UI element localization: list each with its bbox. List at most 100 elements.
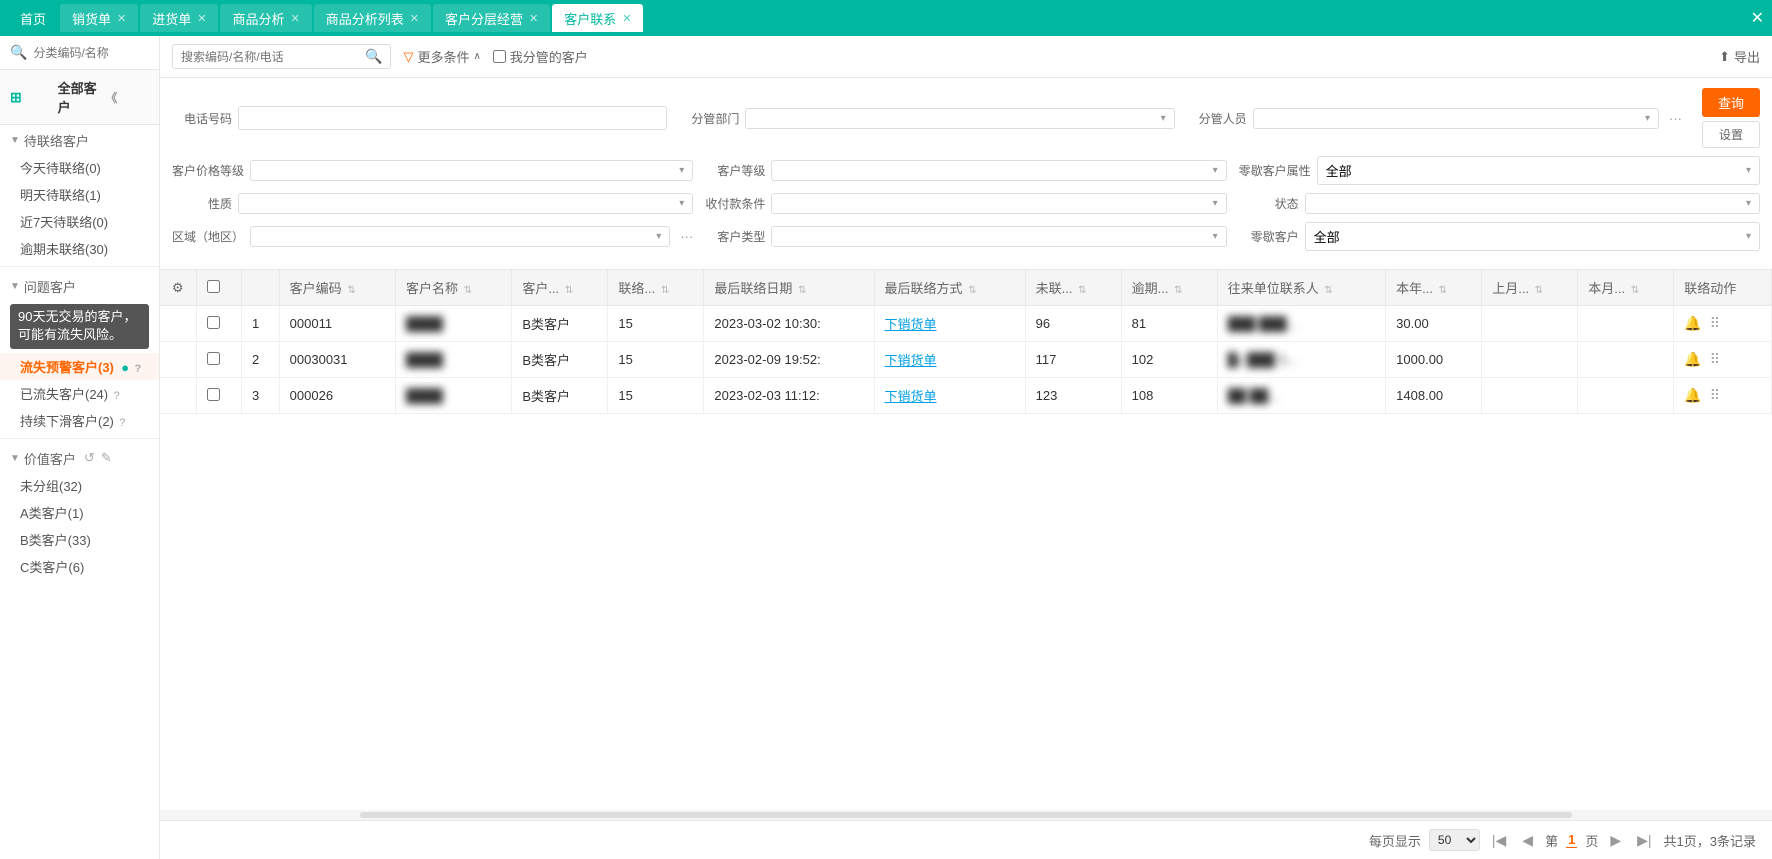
sidebar-item-class-b[interactable]: B类客户(33)	[0, 526, 159, 553]
zero-customer-select[interactable]: 全部 ▾	[1305, 222, 1760, 251]
tab-customer-layer-close[interactable]: ✕	[529, 12, 538, 25]
row-gear-1	[160, 342, 196, 378]
refresh-icon[interactable]: ↺	[84, 450, 95, 466]
person-select[interactable]: ▾	[1253, 108, 1659, 129]
region-select[interactable]: ▾	[250, 226, 670, 247]
row-last-method-1[interactable]: 下销货单	[874, 342, 1025, 378]
row-last-method-0[interactable]: 下销货单	[874, 306, 1025, 342]
column-overdue[interactable]: 逾期... ⇅	[1121, 270, 1217, 306]
tab-sales[interactable]: 销货单 ✕	[60, 4, 138, 32]
my-customers-checkbox[interactable]	[493, 50, 506, 63]
column-unit-contact[interactable]: 往来单位联系人 ⇅	[1217, 270, 1385, 306]
my-customers-filter[interactable]: 我分管的客户	[493, 47, 588, 66]
column-last-date[interactable]: 最后联络日期 ⇅	[704, 270, 874, 306]
dept-select[interactable]: ▾	[745, 108, 1174, 129]
section-value-customers[interactable]: ▼ 价值客户 ↺ ✎	[0, 443, 159, 472]
sidebar-search-input[interactable]	[33, 46, 160, 60]
column-name[interactable]: 客户名称 ⇅	[396, 270, 512, 306]
sidebar-item-ungrouped[interactable]: 未分组(32)	[0, 472, 159, 499]
tab-analysis-list[interactable]: 商品分析列表 ✕	[314, 4, 431, 32]
sidebar-item-tomorrow[interactable]: 明天待联络(1)	[0, 181, 159, 208]
column-gear[interactable]: ⚙	[160, 270, 196, 306]
region-dots[interactable]: ···	[680, 229, 693, 244]
edit-icon[interactable]: ✎	[101, 450, 112, 466]
sidebar-item-overdue[interactable]: 逾期未联络(30)	[0, 235, 159, 262]
action-more-2[interactable]: ⠿	[1710, 387, 1720, 404]
column-check[interactable]	[196, 270, 241, 306]
tab-home[interactable]: 首页	[8, 4, 58, 32]
settings-button[interactable]: 设置	[1702, 121, 1760, 148]
sidebar-item-churned[interactable]: 已流失客户(24) ?	[0, 380, 159, 407]
tab-customer-contact-close[interactable]: ✕	[622, 12, 631, 25]
sidebar-item-class-a[interactable]: A类客户(1)	[0, 499, 159, 526]
sidebar-collapse-btn[interactable]: 《	[105, 89, 149, 106]
sidebar-root-group[interactable]: ⊞ 全部客户 《	[0, 70, 159, 125]
sidebar-item-declining[interactable]: 持续下滑客户(2) ?	[0, 407, 159, 434]
person-dots[interactable]: ···	[1669, 111, 1682, 126]
query-button[interactable]: 查询	[1702, 88, 1760, 117]
section-pending-contact[interactable]: ▼ 待联络客户	[0, 125, 159, 154]
window-close-button[interactable]: ✕	[1751, 8, 1764, 28]
status-select[interactable]: ▾	[1305, 193, 1760, 214]
section-problem-customers[interactable]: ▼ 问题客户	[0, 271, 159, 300]
tab-customer-contact[interactable]: 客户联系 ✕	[552, 4, 643, 32]
row-check-1[interactable]	[196, 342, 241, 378]
column-this-year[interactable]: 本年... ⇅	[1386, 270, 1482, 306]
search-button[interactable]: 🔍	[365, 48, 382, 65]
sidebar-item-churn-warning[interactable]: 流失预警客户(3) ● ?	[0, 353, 159, 380]
last-page-button[interactable]: ▶|	[1633, 830, 1655, 851]
column-last-month[interactable]: 上月... ⇅	[1482, 270, 1578, 306]
column-type[interactable]: 客户... ⇅	[512, 270, 608, 306]
row-last-date-0: 2023-03-02 10:30:	[704, 306, 874, 342]
sidebar-item-today[interactable]: 今天待联络(0)	[0, 154, 159, 181]
row-checkbox-0[interactable]	[207, 316, 220, 329]
row-type-2: B类客户	[512, 378, 608, 414]
tab-purchase[interactable]: 进货单 ✕	[140, 4, 218, 32]
tab-analysis[interactable]: 商品分析 ✕	[220, 4, 311, 32]
row-checkbox-2[interactable]	[207, 388, 220, 401]
action-more-0[interactable]: ⠿	[1710, 315, 1720, 332]
row-unit-contact-0: ███ ███...	[1217, 306, 1385, 342]
tab-analysis-list-close[interactable]: ✕	[410, 12, 419, 25]
tab-analysis-close[interactable]: ✕	[291, 12, 300, 25]
phone-input[interactable]	[238, 106, 667, 130]
payment-select[interactable]: ▾	[771, 193, 1226, 214]
row-checkbox-1[interactable]	[207, 352, 220, 365]
nature-select[interactable]: ▾	[238, 193, 693, 214]
column-this-month[interactable]: 本月... ⇅	[1578, 270, 1674, 306]
row-check-2[interactable]	[196, 378, 241, 414]
row-last-method-2[interactable]: 下销货单	[874, 378, 1025, 414]
tab-purchase-close[interactable]: ✕	[197, 12, 206, 25]
row-code-0: 000011	[279, 306, 395, 342]
column-code[interactable]: 客户编码 ⇅	[279, 270, 395, 306]
price-level-select[interactable]: ▾	[250, 160, 693, 181]
sidebar-item-7days[interactable]: 近7天待联络(0)	[0, 208, 159, 235]
column-contact[interactable]: 联络... ⇅	[608, 270, 704, 306]
search-input[interactable]	[181, 50, 361, 64]
scrollbar-track[interactable]	[360, 812, 1572, 818]
customer-level-select[interactable]: ▾	[771, 160, 1226, 181]
first-page-button[interactable]: |◀	[1488, 830, 1510, 851]
action-chat-2[interactable]: 🔔	[1684, 387, 1701, 404]
zero-attr-select[interactable]: 全部 ▾	[1317, 156, 1760, 185]
action-more-1[interactable]: ⠿	[1710, 351, 1720, 368]
column-last-method[interactable]: 最后联络方式 ⇅	[874, 270, 1025, 306]
column-no-contact[interactable]: 未联... ⇅	[1025, 270, 1121, 306]
prev-page-button[interactable]: ◀	[1518, 830, 1537, 851]
more-conditions-button[interactable]: ▽ 更多条件 ∧	[403, 47, 480, 66]
action-chat-0[interactable]: 🔔	[1684, 315, 1701, 332]
action-chat-1[interactable]: 🔔	[1684, 351, 1701, 368]
export-button[interactable]: ⬆ 导出	[1719, 47, 1760, 66]
select-all-checkbox[interactable]	[207, 280, 220, 293]
horizontal-scrollbar[interactable]	[160, 810, 1772, 820]
row-check-0[interactable]	[196, 306, 241, 342]
filter-field-status: 状态 ▾	[1239, 193, 1760, 214]
tab-sales-close[interactable]: ✕	[117, 12, 126, 25]
tab-customer-layer[interactable]: 客户分层经营 ✕	[433, 4, 550, 32]
sort-icon-code: ⇅	[347, 285, 355, 296]
customer-type-select[interactable]: ▾	[771, 226, 1226, 247]
divider-1	[0, 266, 159, 267]
next-page-button[interactable]: ▶	[1606, 830, 1625, 851]
per-page-select[interactable]: 50 100 200	[1429, 829, 1480, 851]
sidebar-item-class-c[interactable]: C类客户(6)	[0, 553, 159, 580]
